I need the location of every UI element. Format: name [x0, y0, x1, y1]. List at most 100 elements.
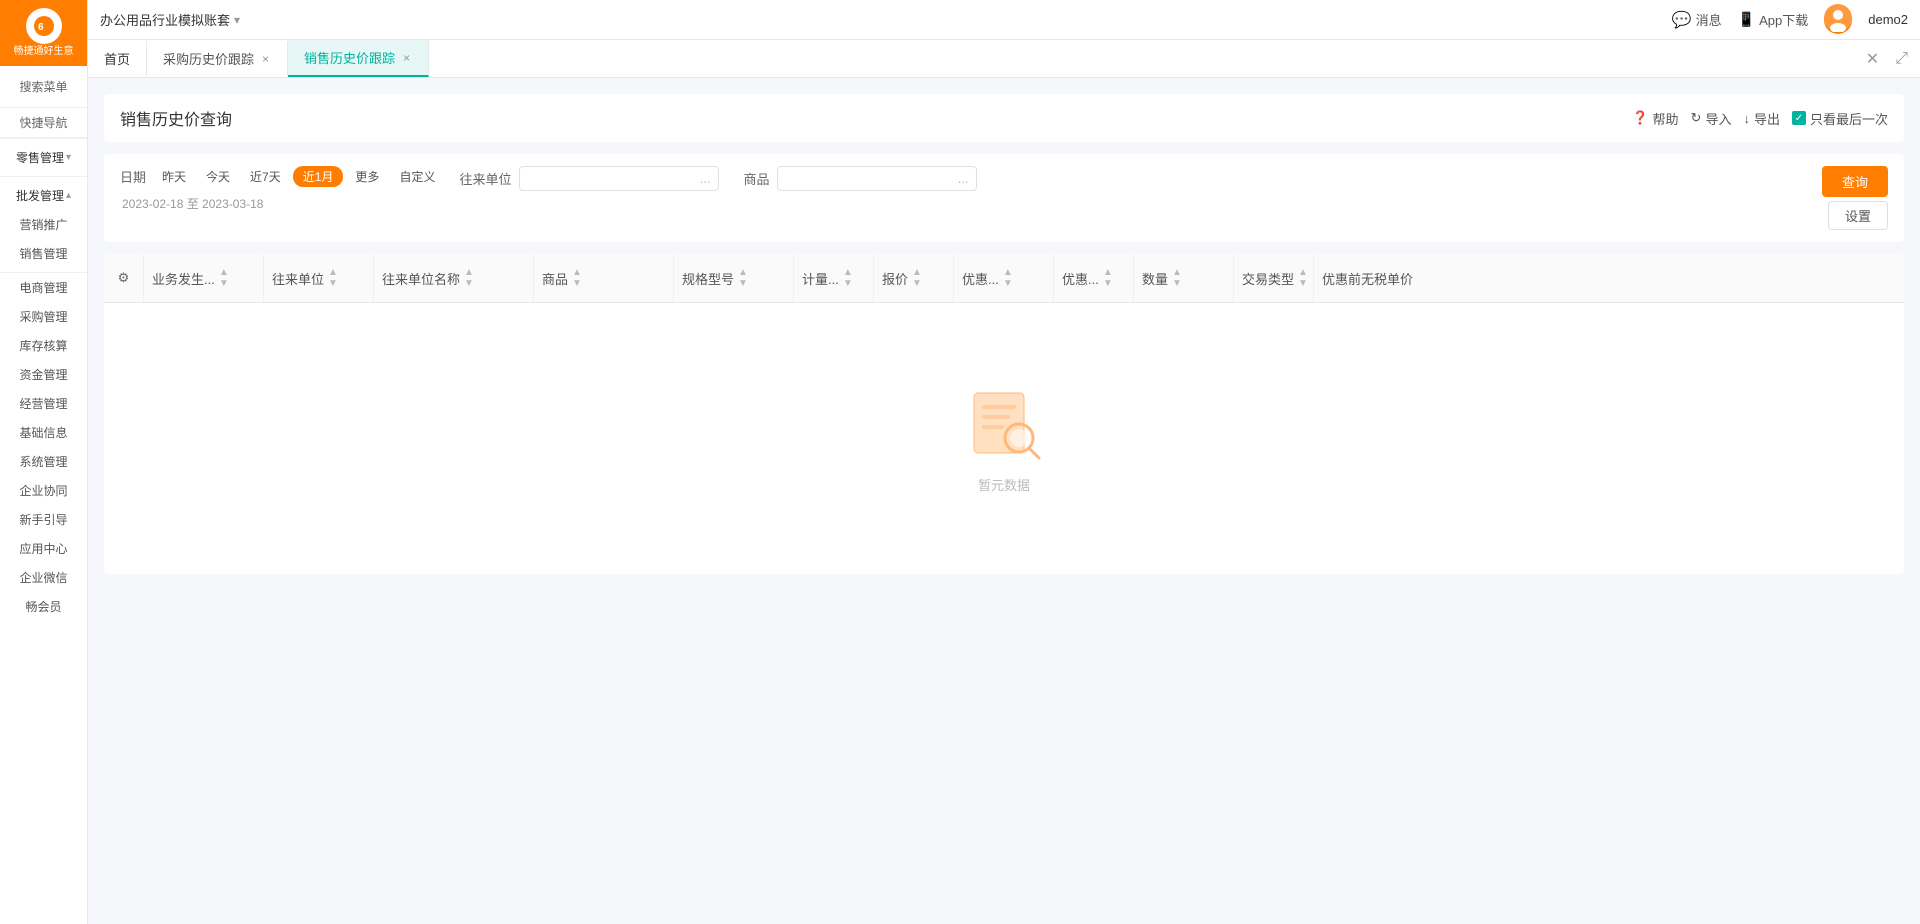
sidebar-item-operations[interactable]: 经营管理 — [0, 389, 87, 418]
retail-management-label: 零售管理 — [16, 149, 64, 166]
export-btn[interactable]: ↓ 导出 — [1743, 109, 1780, 128]
date-option-yesterday[interactable]: 昨天 — [154, 166, 194, 187]
retail-management-section: 零售管理 ▾ — [0, 139, 87, 177]
industry-label: 办公用品行业模拟账套 — [100, 10, 230, 29]
only-last-checkbox[interactable] — [1792, 111, 1806, 125]
th-trade-type: 交易类型 ▲ ▼ — [1234, 254, 1314, 302]
date-range-display: 2023-02-18 至 2023-03-18 — [120, 195, 443, 212]
th-biz-date-label: 业务发生... — [152, 269, 215, 288]
topbar: 办公用品行业模拟账套 ▾ 💬 消息 📱 App下载 — [88, 0, 1920, 40]
topbar-title: 办公用品行业模拟账套 ▾ — [100, 10, 1660, 29]
sort-quote-icon[interactable]: ▲ ▼ — [912, 268, 922, 289]
goods-input-dots: ... — [958, 171, 969, 186]
th-goods-label: 商品 — [542, 269, 568, 288]
partner-input-dots: ... — [700, 171, 711, 186]
help-btn[interactable]: ❓ 帮助 — [1632, 109, 1678, 128]
date-option-1month[interactable]: 近1月 — [293, 166, 344, 187]
sort-biz-date-icon[interactable]: ▲ ▼ — [219, 268, 229, 289]
th-discount2: 优惠... ▲ ▼ — [1054, 254, 1134, 302]
sort-unit-icon[interactable]: ▲ ▼ — [843, 268, 853, 289]
th-quote: 报价 ▲ ▼ — [874, 254, 954, 302]
sort-partner-code-icon[interactable]: ▲ ▼ — [328, 268, 338, 289]
message-label: 消息 — [1696, 10, 1722, 29]
tab-home[interactable]: 首页 — [88, 41, 147, 76]
th-unit-label: 计量... — [802, 269, 839, 288]
app-download-action[interactable]: 📱 App下载 — [1738, 10, 1809, 29]
goods-filter-label: 商品 — [743, 169, 769, 188]
tab-sales-history[interactable]: 销售历史价跟踪 × — [288, 40, 429, 77]
sidebar-item-membership[interactable]: 畅会员 — [0, 592, 87, 621]
date-option-today[interactable]: 今天 — [198, 166, 238, 187]
th-trade-type-label: 交易类型 — [1242, 269, 1294, 288]
table-header: ⚙ 业务发生... ▲ ▼ 往来单位 ▲ ▼ 往 — [104, 254, 1904, 303]
wholesale-management-toggle[interactable]: 批发管理 ▴ — [0, 181, 87, 210]
sidebar-item-basic-info[interactable]: 基础信息 — [0, 418, 87, 447]
sidebar-item-marketing[interactable]: 营销推广 — [0, 210, 87, 239]
sort-spec-icon[interactable]: ▲ ▼ — [738, 268, 748, 289]
sidebar-item-ecommerce[interactable]: 电商管理 — [0, 273, 87, 302]
filter-section: 日期 昨天 今天 近7天 近1月 更多 自定义 2023-02-18 至 202… — [120, 166, 1888, 230]
th-partner-code: 往来单位 ▲ ▼ — [264, 254, 374, 302]
retail-chevron-down-icon: ▾ — [66, 152, 71, 163]
settings-icon[interactable]: ⚙ — [112, 264, 135, 292]
date-filter-label: 日期 — [120, 167, 146, 186]
sidebar-item-finance[interactable]: 资金管理 — [0, 360, 87, 389]
th-discount1: 优惠... ▲ ▼ — [954, 254, 1054, 302]
sidebar-item-sales[interactable]: 销售管理 — [0, 239, 87, 268]
sidebar-item-app-center[interactable]: 应用中心 — [0, 534, 87, 563]
page-title: 销售历史价查询 — [120, 106, 232, 130]
tab-purchase-close-icon[interactable]: × — [260, 52, 271, 66]
sidebar: 6 畅捷通好生意 搜索菜单 快捷导航 零售管理 ▾ 批发管理 ▴ 营销推广 销售… — [0, 0, 88, 924]
th-goods: 商品 ▲ ▼ — [534, 254, 674, 302]
logo-icon: 6 — [26, 8, 62, 44]
goods-input[interactable]: ... — [777, 166, 977, 191]
th-spec: 规格型号 ▲ ▼ — [674, 254, 794, 302]
sort-discount1-icon[interactable]: ▲ ▼ — [1003, 268, 1013, 289]
sort-qty-icon[interactable]: ▲ ▼ — [1172, 268, 1182, 289]
sidebar-item-guide[interactable]: 新手引导 — [0, 505, 87, 534]
tab-purchase-history[interactable]: 采购历史价跟踪 × — [147, 41, 288, 76]
industry-dropdown-icon[interactable]: ▾ — [234, 13, 240, 27]
setting-button[interactable]: 设置 — [1828, 201, 1888, 230]
maximize-tab-btn[interactable]: ⤢ — [1891, 48, 1912, 70]
sidebar-item-system[interactable]: 系统管理 — [0, 447, 87, 476]
search-menu-label[interactable]: 搜索菜单 — [6, 74, 81, 99]
only-last-checkbox-label[interactable]: 只看最后一次 — [1792, 109, 1888, 128]
sort-discount2-icon[interactable]: ▲ ▼ — [1103, 268, 1113, 289]
logo[interactable]: 6 畅捷通好生意 — [0, 0, 87, 66]
svg-text:6: 6 — [38, 22, 44, 33]
th-settings: ⚙ — [104, 254, 144, 302]
wholesale-chevron-up-icon: ▴ — [66, 190, 71, 201]
partner-input[interactable]: ... — [519, 166, 719, 191]
wholesale-management-section: 批发管理 ▴ 营销推广 销售管理 — [0, 177, 87, 273]
tab-sales-history-label: 销售历史价跟踪 — [304, 48, 395, 67]
th-unit: 计量... ▲ ▼ — [794, 254, 874, 302]
filter-bar: 日期 昨天 今天 近7天 近1月 更多 自定义 2023-02-18 至 202… — [104, 154, 1904, 242]
app-download-label: App下载 — [1759, 10, 1808, 29]
quick-nav-label[interactable]: 快捷导航 — [0, 108, 87, 138]
avatar[interactable] — [1824, 6, 1852, 34]
empty-text: 暂元数据 — [978, 475, 1030, 494]
date-option-7days[interactable]: 近7天 — [242, 166, 289, 187]
query-button[interactable]: 查询 — [1822, 166, 1888, 197]
message-action[interactable]: 💬 消息 — [1672, 10, 1722, 30]
sidebar-item-inventory[interactable]: 库存核算 — [0, 331, 87, 360]
export-icon: ↓ — [1743, 111, 1750, 126]
close-tab-btn[interactable]: ✕ — [1862, 47, 1883, 71]
sidebar-item-enterprise[interactable]: 企业协同 — [0, 476, 87, 505]
tab-sales-close-icon[interactable]: × — [401, 51, 412, 65]
page-title-bar: 销售历史价查询 ❓ 帮助 ↻ 导入 ↓ 导出 只看最后一次 — [104, 94, 1904, 142]
sort-partner-name-icon[interactable]: ▲ ▼ — [464, 268, 474, 289]
date-option-custom[interactable]: 自定义 — [391, 166, 443, 187]
partner-filter-item: 往来单位 ... — [459, 166, 719, 191]
sidebar-item-wechat[interactable]: 企业微信 — [0, 563, 87, 592]
topbar-actions: 💬 消息 📱 App下载 demo2 — [1672, 6, 1908, 34]
sidebar-item-purchase[interactable]: 采购管理 — [0, 302, 87, 331]
retail-management-toggle[interactable]: 零售管理 ▾ — [0, 143, 87, 172]
sort-trade-type-icon[interactable]: ▲ ▼ — [1298, 268, 1308, 289]
user-name: demo2 — [1868, 12, 1908, 27]
tab-home-label: 首页 — [104, 49, 130, 68]
date-option-more[interactable]: 更多 — [347, 166, 387, 187]
import-btn[interactable]: ↻ 导入 — [1691, 109, 1732, 128]
sort-goods-icon[interactable]: ▲ ▼ — [572, 268, 582, 289]
